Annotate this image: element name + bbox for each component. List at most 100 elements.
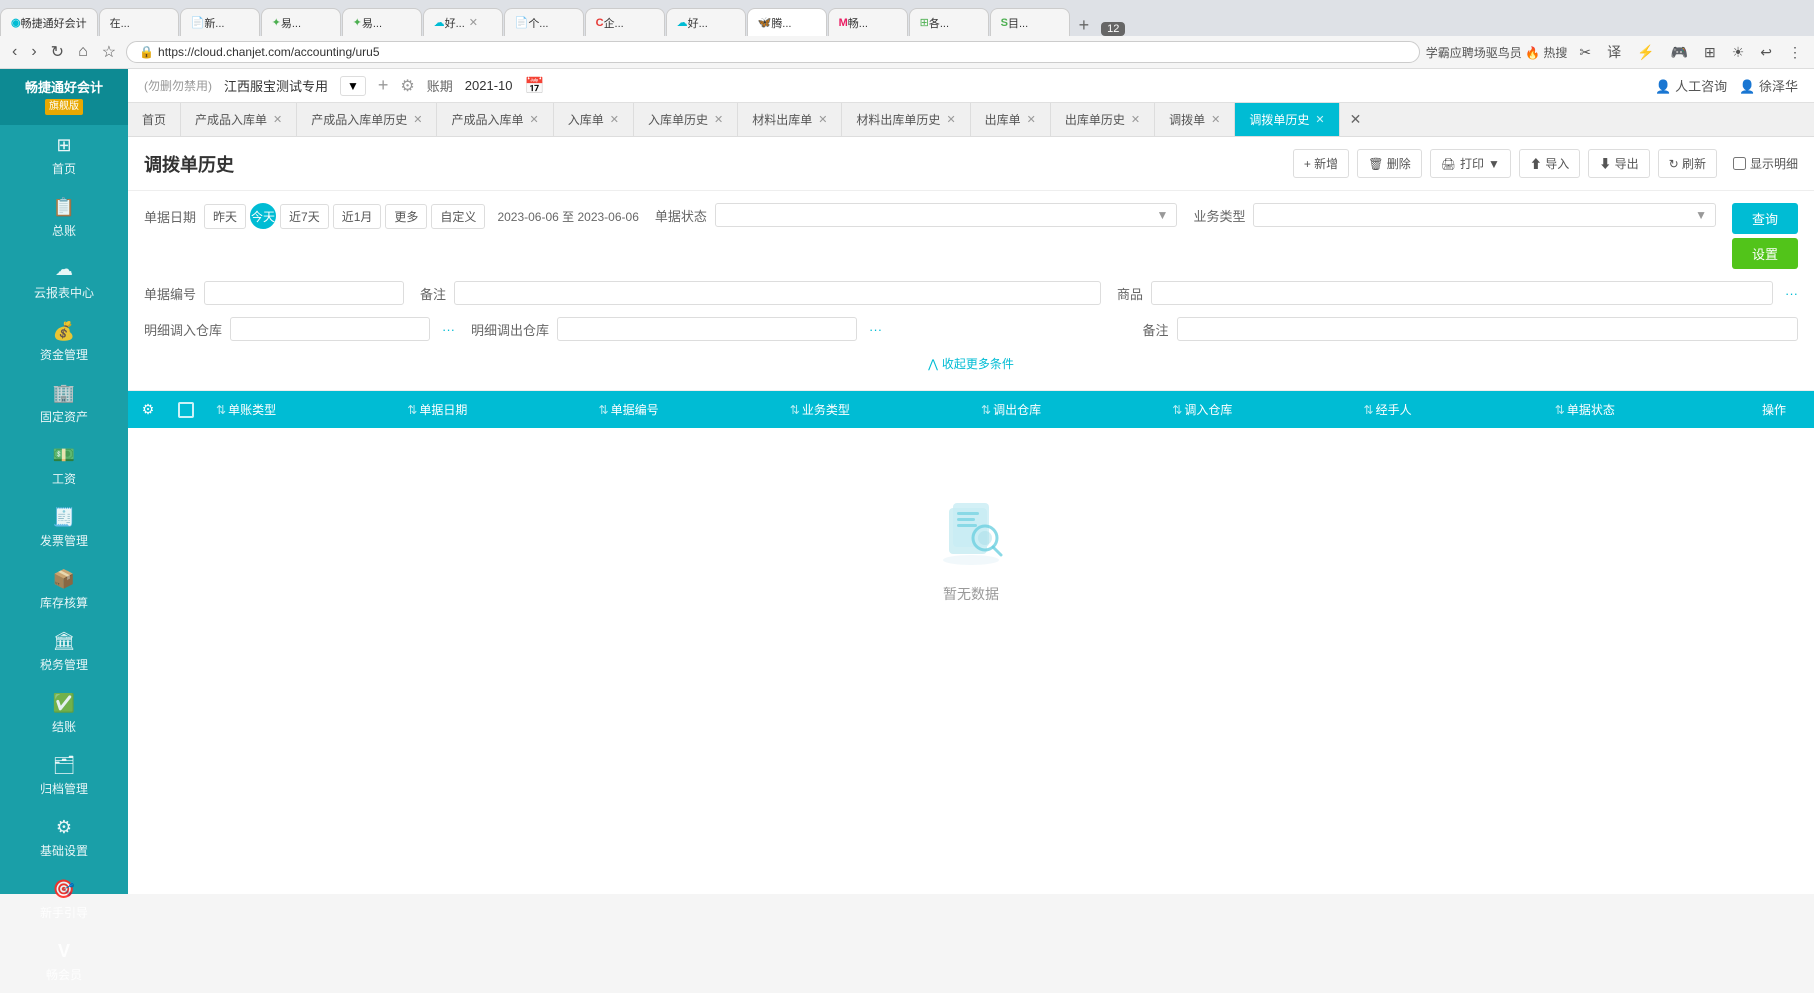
th-checkbox[interactable] [168, 392, 204, 428]
browser-tab-8[interactable]: C 企... [585, 8, 665, 36]
add-company-button[interactable]: + [378, 75, 389, 96]
settings-button[interactable]: 设置 [1732, 238, 1798, 269]
goods-more-icon[interactable]: ··· [1785, 286, 1798, 301]
page-tab-2-close[interactable]: ✕ [413, 113, 422, 126]
page-tab-1-close[interactable]: ✕ [273, 113, 282, 126]
page-tab-10[interactable]: 调拨单 ✕ [1155, 103, 1235, 136]
th-doc-type[interactable]: ⇅ 单账类型 [204, 391, 395, 428]
date-btn-1month[interactable]: 近1月 [333, 204, 382, 229]
calendar-icon[interactable]: 📅 [525, 76, 545, 96]
import-button[interactable]: ⬆ 导入 [1519, 149, 1580, 178]
sidebar-item-settings[interactable]: ⚙ 基础设置 [0, 807, 128, 869]
date-btn-today[interactable]: 今天 [250, 203, 276, 229]
page-tab-8-close[interactable]: ✕ [1027, 113, 1036, 126]
user-profile[interactable]: 👤 徐泽华 [1739, 76, 1798, 95]
th-doc-date[interactable]: ⇅ 单据日期 [395, 391, 586, 428]
status-select[interactable]: ▼ [715, 203, 1178, 227]
page-tab-5[interactable]: 入库单历史 ✕ [634, 103, 738, 136]
page-tab-11[interactable]: 调拨单历史 ✕ [1235, 103, 1339, 136]
star-button[interactable]: ☆ [98, 40, 120, 64]
search-text[interactable]: 学霸应聘场驱鸟员 🔥 热搜 [1426, 44, 1568, 61]
page-tab-9[interactable]: 出库单历史 ✕ [1051, 103, 1155, 136]
remark-input[interactable] [454, 281, 1101, 305]
browser-tab-5[interactable]: ✦ 易... [342, 8, 422, 36]
sidebar-item-ledger[interactable]: 📋 总账 [0, 187, 128, 249]
page-tab-11-close[interactable]: ✕ [1315, 113, 1324, 126]
delete-button[interactable]: 🗑 删除 [1357, 149, 1422, 178]
page-tab-9-close[interactable]: ✕ [1131, 113, 1140, 126]
sidebar-item-salary[interactable]: 💵 工资 [0, 435, 128, 497]
page-tab-7-close[interactable]: ✕ [946, 113, 955, 126]
browser-tab-1[interactable]: ◉ 畅捷通好会计 [0, 8, 98, 36]
date-btn-7days[interactable]: 近7天 [280, 204, 329, 229]
docno-input[interactable] [204, 281, 404, 305]
browser-tab-12[interactable]: ⊞ 各... [909, 8, 989, 36]
goods-input[interactable] [1151, 281, 1773, 305]
sidebar-item-guide[interactable]: 🎯 新手引导 [0, 869, 128, 931]
refresh-button[interactable]: ↻ 刷新 [1658, 149, 1717, 178]
extension-2[interactable]: 🎮 [1667, 42, 1692, 63]
page-tab-8[interactable]: 出库单 ✕ [971, 103, 1051, 136]
page-tab-3[interactable]: 产成品入库单 ✕ [437, 103, 553, 136]
th-doc-no[interactable]: ⇅ 单据编号 [587, 391, 778, 428]
sidebar-item-member[interactable]: V 畅会员 [0, 931, 128, 993]
date-btn-yesterday[interactable]: 昨天 [204, 204, 246, 229]
menu-icon[interactable]: ⋮ [1784, 42, 1806, 63]
service-button[interactable]: 👤 人工咨询 [1655, 76, 1727, 95]
query-button[interactable]: 查询 [1732, 203, 1798, 234]
sun-icon[interactable]: ☀ [1728, 42, 1749, 63]
home-button[interactable]: ⌂ [74, 41, 92, 63]
select-all-checkbox[interactable] [178, 402, 194, 418]
page-tab-6-close[interactable]: ✕ [818, 113, 827, 126]
th-settings[interactable]: ⚙ [128, 391, 168, 428]
undo-icon[interactable]: ↩ [1756, 42, 1776, 63]
sidebar-item-fund[interactable]: 💰 资金管理 [0, 311, 128, 373]
sidebar-item-fixed-assets[interactable]: 🏢 固定资产 [0, 373, 128, 435]
browser-tab-6[interactable]: ☁ 好... ✕ [423, 8, 503, 36]
detail-in-input[interactable] [230, 317, 430, 341]
browser-tab-10[interactable]: 🦋 腾... [747, 8, 827, 36]
reload-button[interactable]: ↻ [47, 40, 68, 64]
table-settings-icon[interactable]: ⚙ [142, 401, 155, 418]
th-handler[interactable]: ⇅ 经手人 [1352, 391, 1543, 428]
sidebar-item-tax[interactable]: 🏛 税务管理 [0, 621, 128, 683]
browser-tab-7[interactable]: 📄 个... [504, 8, 584, 36]
browser-tab-13[interactable]: S 目... [990, 8, 1070, 36]
page-tab-7[interactable]: 材料出库单历史 ✕ [842, 103, 970, 136]
sidebar-item-invoice[interactable]: 🧾 发票管理 [0, 497, 128, 559]
back-button[interactable]: ‹ [8, 41, 21, 63]
page-tab-home[interactable]: 首页 [128, 103, 181, 136]
browser-tab-2[interactable]: 在... [99, 8, 179, 36]
display-toggle-checkbox[interactable] [1733, 157, 1746, 170]
page-tab-10-close[interactable]: ✕ [1211, 113, 1220, 126]
th-in-warehouse[interactable]: ⇅ 调入仓库 [1160, 391, 1351, 428]
sidebar-item-inventory[interactable]: 📦 库存核算 [0, 559, 128, 621]
th-out-warehouse[interactable]: ⇅ 调出仓库 [969, 391, 1160, 428]
date-btn-custom[interactable]: 自定义 [431, 204, 485, 229]
page-tab-3-close[interactable]: ✕ [530, 113, 539, 126]
th-doc-status[interactable]: ⇅ 单据状态 [1543, 391, 1734, 428]
scissors-icon[interactable]: ✂ [1575, 42, 1595, 63]
date-btn-more[interactable]: 更多 [385, 204, 427, 229]
browser-tab-9[interactable]: ☁ 好... [666, 8, 746, 36]
forward-button[interactable]: › [27, 41, 40, 63]
company-settings-button[interactable]: ⚙ [400, 76, 414, 96]
detail-out-more-icon[interactable]: ··· [869, 322, 882, 337]
sidebar-item-cloud-report[interactable]: ☁ 云报表中心 [0, 249, 128, 311]
page-tab-1[interactable]: 产成品入库单 ✕ [181, 103, 297, 136]
tab-close-6[interactable]: ✕ [469, 16, 478, 29]
grid-icon[interactable]: ⊞ [1700, 42, 1720, 63]
page-tab-4[interactable]: 入库单 ✕ [554, 103, 634, 136]
company-selector-dropdown[interactable]: ▼ [340, 76, 366, 96]
detail-remark-input[interactable] [1177, 317, 1798, 341]
translate-icon[interactable]: 译 [1603, 40, 1625, 64]
new-tab-button[interactable]: + [1071, 15, 1098, 36]
page-tab-2[interactable]: 产成品入库单历史 ✕ [297, 103, 437, 136]
page-tab-6[interactable]: 材料出库单 ✕ [738, 103, 842, 136]
export-button[interactable]: ⬇ 导出 [1588, 149, 1649, 178]
sidebar-item-home[interactable]: ⊞ 首页 [0, 125, 128, 187]
tab-bar-close-button[interactable]: ✕ [1340, 103, 1372, 136]
display-toggle[interactable]: 显示明细 [1733, 155, 1798, 172]
detail-out-input[interactable] [557, 317, 857, 341]
add-button[interactable]: + 新增 [1293, 149, 1349, 178]
